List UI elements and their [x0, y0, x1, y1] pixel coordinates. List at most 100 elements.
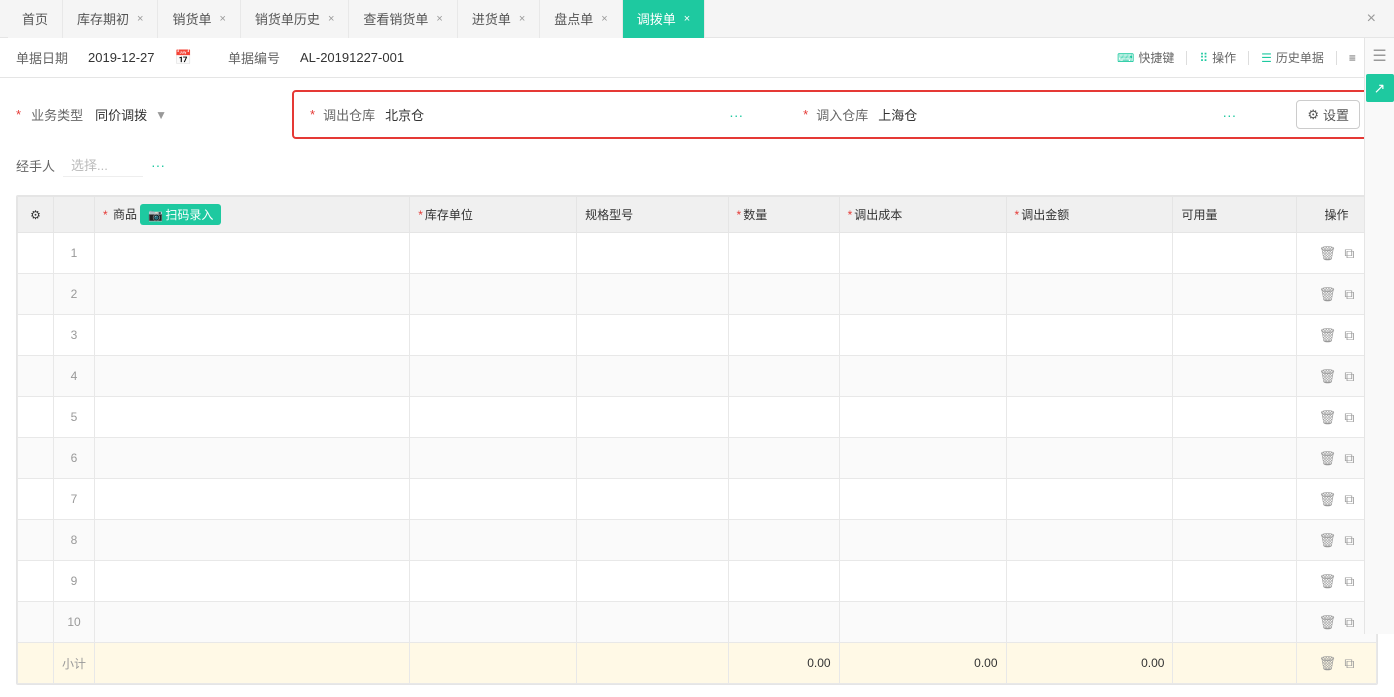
cell-product-10[interactable]	[95, 602, 410, 643]
cell-qty-6[interactable]	[728, 438, 839, 479]
sidebar-list-icon[interactable]: ☰	[1372, 46, 1386, 66]
delete-icon-9[interactable]: 🗑	[1319, 573, 1337, 590]
cell-product-5[interactable]	[95, 397, 410, 438]
cell-product-6[interactable]	[95, 438, 410, 479]
copy-icon-6[interactable]: ⧉	[1344, 450, 1354, 467]
cell-amount-2[interactable]	[1006, 274, 1173, 315]
delete-icon-1[interactable]: 🗑	[1319, 245, 1337, 262]
tab-close-all[interactable]: ×	[1357, 10, 1386, 28]
tab-sales-history-close[interactable]: ×	[328, 13, 334, 25]
settings-button[interactable]: ⚙ 设置	[1296, 100, 1360, 129]
calendar-icon[interactable]: 📅	[175, 49, 192, 66]
cell-spec-9[interactable]	[577, 561, 728, 602]
tab-purchase-order-close[interactable]: ×	[519, 13, 525, 25]
cell-amount-10[interactable]	[1006, 602, 1173, 643]
cell-available-7[interactable]	[1173, 479, 1297, 520]
cell-available-2[interactable]	[1173, 274, 1297, 315]
cell-amount-7[interactable]	[1006, 479, 1173, 520]
cell-available-1[interactable]	[1173, 233, 1297, 274]
cell-unit-1[interactable]	[410, 233, 577, 274]
col-settings[interactable]: ⚙	[18, 197, 54, 233]
cell-available-9[interactable]	[1173, 561, 1297, 602]
copy-icon-7[interactable]: ⧉	[1344, 491, 1354, 508]
agent-more[interactable]: ···	[151, 157, 165, 173]
tab-purchase-order[interactable]: 进货单 ×	[458, 0, 540, 38]
delete-icon-5[interactable]: 🗑	[1319, 409, 1337, 426]
cell-spec-7[interactable]	[577, 479, 728, 520]
tab-transfer-order[interactable]: 调拨单 ×	[623, 0, 705, 38]
cell-amount-5[interactable]	[1006, 397, 1173, 438]
cell-amount-3[interactable]	[1006, 315, 1173, 356]
cell-spec-4[interactable]	[577, 356, 728, 397]
cell-unit-5[interactable]	[410, 397, 577, 438]
copy-icon-2[interactable]: ⧉	[1344, 286, 1354, 303]
cell-unit-8[interactable]	[410, 520, 577, 561]
cell-qty-4[interactable]	[728, 356, 839, 397]
cell-available-6[interactable]	[1173, 438, 1297, 479]
tab-inventory-init-close[interactable]: ×	[137, 13, 143, 25]
cell-available-5[interactable]	[1173, 397, 1297, 438]
business-type-dropdown[interactable]: ▼	[155, 108, 167, 122]
cell-qty-8[interactable]	[728, 520, 839, 561]
cell-qty-1[interactable]	[728, 233, 839, 274]
cell-spec-5[interactable]	[577, 397, 728, 438]
cell-unit-7[interactable]	[410, 479, 577, 520]
copy-icon-4[interactable]: ⧉	[1344, 368, 1354, 385]
cell-cost-9[interactable]	[839, 561, 1006, 602]
copy-icon-10[interactable]: ⧉	[1344, 614, 1354, 631]
delete-icon-4[interactable]: 🗑	[1319, 368, 1337, 385]
cell-unit-10[interactable]	[410, 602, 577, 643]
delete-icon-11[interactable]: 🗑	[1319, 655, 1337, 672]
cell-qty-10[interactable]	[728, 602, 839, 643]
tab-home[interactable]: 首页	[8, 0, 63, 38]
cell-spec-6[interactable]	[577, 438, 728, 479]
cell-unit-6[interactable]	[410, 438, 577, 479]
cell-qty-9[interactable]	[728, 561, 839, 602]
cell-qty-5[interactable]	[728, 397, 839, 438]
cell-unit-3[interactable]	[410, 315, 577, 356]
scan-button[interactable]: 📷 扫码录入	[140, 204, 221, 225]
cell-unit-2[interactable]	[410, 274, 577, 315]
cell-available-10[interactable]	[1173, 602, 1297, 643]
cell-cost-6[interactable]	[839, 438, 1006, 479]
cell-spec-8[interactable]	[577, 520, 728, 561]
cell-spec-2[interactable]	[577, 274, 728, 315]
cell-cost-5[interactable]	[839, 397, 1006, 438]
cell-amount-9[interactable]	[1006, 561, 1173, 602]
cell-amount-1[interactable]	[1006, 233, 1173, 274]
cell-cost-4[interactable]	[839, 356, 1006, 397]
cell-amount-4[interactable]	[1006, 356, 1173, 397]
cell-spec-10[interactable]	[577, 602, 728, 643]
tab-view-sales-close[interactable]: ×	[436, 13, 442, 25]
delete-icon-10[interactable]: 🗑	[1319, 614, 1337, 631]
copy-icon-8[interactable]: ⧉	[1344, 532, 1354, 549]
copy-icon-3[interactable]: ⧉	[1344, 327, 1354, 344]
cell-available-3[interactable]	[1173, 315, 1297, 356]
cell-qty-3[interactable]	[728, 315, 839, 356]
delete-icon-2[interactable]: 🗑	[1319, 286, 1337, 303]
cell-cost-8[interactable]	[839, 520, 1006, 561]
cell-cost-3[interactable]	[839, 315, 1006, 356]
cell-amount-6[interactable]	[1006, 438, 1173, 479]
cell-product-1[interactable]	[95, 233, 410, 274]
cell-product-8[interactable]	[95, 520, 410, 561]
tab-inventory-check-close[interactable]: ×	[601, 13, 607, 25]
cell-product-2[interactable]	[95, 274, 410, 315]
cell-cost-2[interactable]	[839, 274, 1006, 315]
cell-amount-8[interactable]	[1006, 520, 1173, 561]
delete-icon-7[interactable]: 🗑	[1319, 491, 1337, 508]
cell-product-9[interactable]	[95, 561, 410, 602]
cell-cost-7[interactable]	[839, 479, 1006, 520]
sidebar-expand-icon[interactable]: ↗	[1366, 74, 1394, 102]
cell-qty-7[interactable]	[728, 479, 839, 520]
tab-inventory-check[interactable]: 盘点单 ×	[540, 0, 622, 38]
layout-btn-1[interactable]: ≡	[1349, 51, 1356, 65]
cell-cost-10[interactable]	[839, 602, 1006, 643]
tab-transfer-order-close[interactable]: ×	[684, 13, 690, 25]
delete-icon-6[interactable]: 🗑	[1319, 450, 1337, 467]
copy-icon-9[interactable]: ⧉	[1344, 573, 1354, 590]
in-warehouse-more[interactable]: ···	[1222, 107, 1236, 123]
cell-cost-1[interactable]	[839, 233, 1006, 274]
delete-icon-3[interactable]: 🗑	[1319, 327, 1337, 344]
cell-product-3[interactable]	[95, 315, 410, 356]
